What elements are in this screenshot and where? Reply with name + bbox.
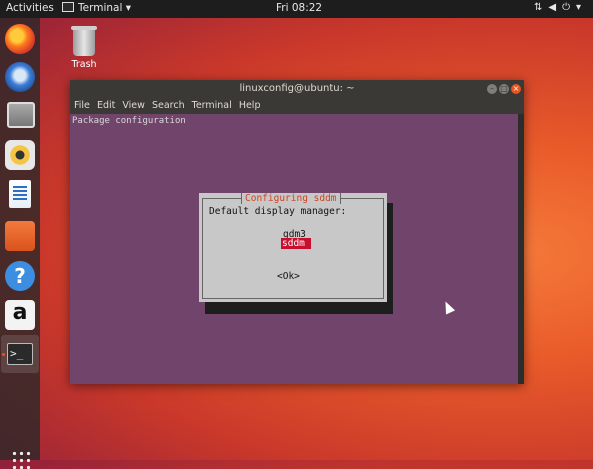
firefox-icon[interactable] — [5, 24, 35, 54]
app-menu-label: Terminal ▾ — [78, 2, 131, 14]
dock: ? a >_ — [0, 18, 40, 469]
trash-label: Trash — [71, 59, 97, 70]
thunderbird-icon[interactable] — [5, 62, 35, 92]
dialog-prompt: Default display manager: — [209, 206, 347, 217]
system-tray[interactable]: ⇅◀⏻▾ — [534, 2, 587, 13]
close-button[interactable]: × — [511, 84, 521, 94]
configuring-dialog: Configuring sddm Default display manager… — [199, 193, 387, 302]
files-icon[interactable] — [7, 102, 35, 128]
clock[interactable]: Fri 08:22 — [276, 2, 322, 14]
power-icon: ⏻▾ — [562, 2, 587, 13]
top-bar: Activities Terminal ▾ Fri 08:22 ⇅◀⏻▾ — [0, 0, 593, 18]
menu-bar: File Edit View Search Terminal Help — [70, 98, 524, 114]
window-titlebar[interactable]: linuxconfig@ubuntu: ~ – □ × — [70, 80, 524, 98]
package-configuration-header: Package configuration — [72, 116, 186, 126]
activities-button[interactable]: Activities — [6, 2, 54, 14]
terminal-small-icon — [62, 2, 74, 12]
help-icon[interactable]: ? — [5, 261, 35, 291]
volume-icon: ◀ — [548, 2, 563, 13]
terminal-icon: >_ — [7, 343, 33, 365]
menu-edit[interactable]: Edit — [97, 98, 115, 114]
maximize-button[interactable]: □ — [499, 84, 509, 94]
menu-terminal[interactable]: Terminal — [192, 98, 232, 114]
menu-search[interactable]: Search — [152, 98, 185, 114]
menu-file[interactable]: File — [74, 98, 90, 114]
terminal-dock-item[interactable]: >_ — [1, 335, 39, 373]
ok-button[interactable]: <Ok> — [277, 271, 300, 282]
software-icon[interactable] — [5, 221, 35, 251]
trash-icon — [71, 26, 97, 56]
minimize-button[interactable]: – — [487, 84, 497, 94]
running-indicator — [2, 353, 5, 356]
amazon-icon[interactable]: a — [5, 300, 35, 330]
option-sddm[interactable]: sddm — [281, 238, 311, 249]
menu-view[interactable]: View — [122, 98, 145, 114]
writer-icon[interactable] — [9, 180, 31, 208]
app-menu[interactable]: Terminal ▾ — [62, 2, 131, 14]
dialog-title: Configuring sddm — [241, 193, 341, 204]
scrollbar[interactable] — [518, 114, 524, 384]
network-icon: ⇅ — [533, 2, 549, 13]
rhythmbox-icon[interactable] — [5, 140, 35, 170]
menu-help[interactable]: Help — [239, 98, 261, 114]
trash-desktop-icon[interactable]: Trash — [66, 26, 102, 70]
window-title: linuxconfig@ubuntu: ~ — [239, 83, 355, 94]
